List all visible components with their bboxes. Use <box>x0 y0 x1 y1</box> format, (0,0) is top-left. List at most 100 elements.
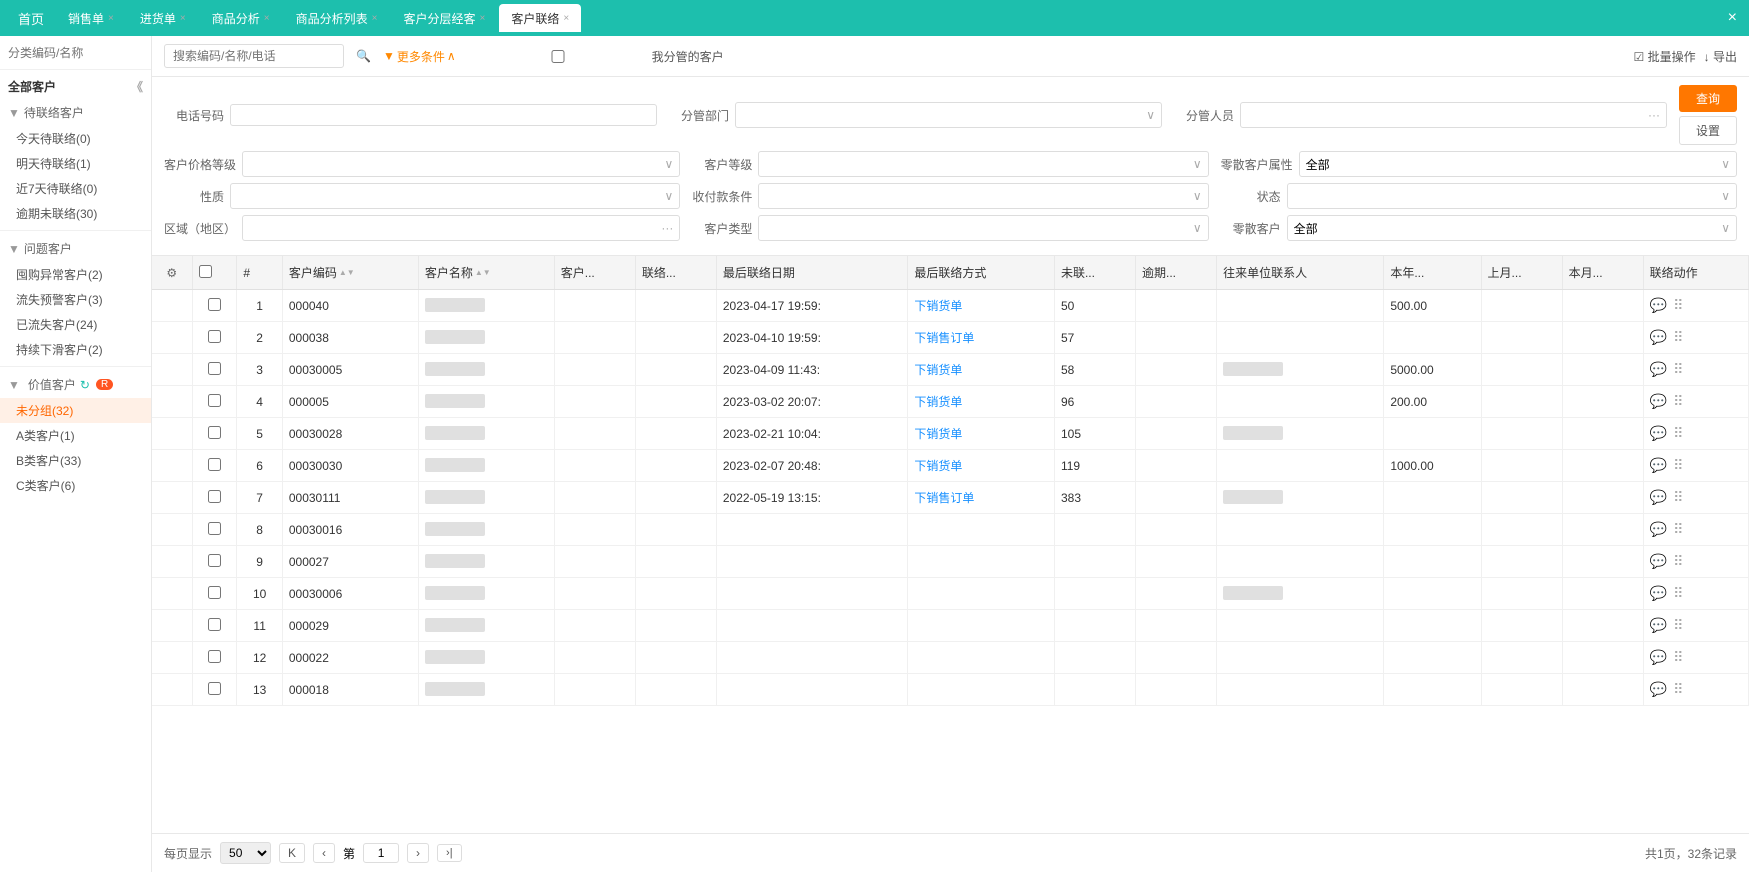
my-customers-checkbox[interactable] <box>468 50 648 63</box>
sidebar-item-today[interactable]: 今天待联络(0) <box>0 126 151 151</box>
sidebar-item-abnormal[interactable]: 囤购异常客户(2) <box>0 262 151 287</box>
company-contact-col-header[interactable]: 往来单位联系人 <box>1217 256 1384 290</box>
last-method-col-header[interactable]: 最后联络方式 <box>908 256 1055 290</box>
row-checkbox[interactable] <box>208 394 221 407</box>
type-col-header[interactable]: 客户... <box>554 256 635 290</box>
row-checkbox[interactable] <box>208 650 221 663</box>
retail-attr-select[interactable]: 全部∨ <box>1299 151 1737 177</box>
contact-action-icon[interactable]: 💬 <box>1650 361 1667 378</box>
sidebar-item-tomorrow[interactable]: 明天待联络(1) <box>0 151 151 176</box>
close-purchase-tab[interactable]: × <box>180 13 186 24</box>
row-checkbox[interactable] <box>208 554 221 567</box>
close-customer-segment-tab[interactable]: × <box>479 13 485 24</box>
customer-type-select[interactable]: ∨ <box>758 215 1208 241</box>
nav-tab-customer-contact[interactable]: 客户联络 × <box>499 4 581 32</box>
pending-contact-group[interactable]: ▼ 待联络客户 <box>0 99 151 126</box>
next-page-btn[interactable]: › <box>407 843 429 863</box>
contact-action-icon[interactable]: 💬 <box>1650 425 1667 442</box>
sidebar-item-churned[interactable]: 已流失客户(24) <box>0 312 151 337</box>
person-select[interactable]: ··· <box>1240 102 1667 128</box>
prev-page-btn[interactable]: ‹ <box>313 843 335 863</box>
nav-tab-sales[interactable]: 销售单 × <box>56 4 126 32</box>
code-col-header[interactable]: 客户编码 ▲▼ <box>282 256 418 290</box>
close-sales-tab[interactable]: × <box>108 13 114 24</box>
row-checkbox[interactable] <box>208 458 221 471</box>
contact-action-icon[interactable]: 💬 <box>1650 521 1667 538</box>
contact-col-header[interactable]: 联络... <box>635 256 716 290</box>
sidebar-search-input[interactable] <box>8 46 152 60</box>
query-button[interactable]: 查询 <box>1679 85 1737 112</box>
per-page-select[interactable]: 50 100 200 <box>220 842 271 864</box>
more-action-icon[interactable]: ⠿ <box>1673 617 1683 634</box>
not-contacted-col-header[interactable]: 未联... <box>1054 256 1135 290</box>
contact-action-icon[interactable]: 💬 <box>1650 393 1667 410</box>
overdue-col-header[interactable]: 逾期... <box>1136 256 1217 290</box>
reset-button[interactable]: 设置 <box>1679 116 1737 145</box>
contact-action-icon[interactable]: 💬 <box>1650 585 1667 602</box>
price-level-select[interactable]: ∨ <box>242 151 680 177</box>
contact-action-icon[interactable]: 💬 <box>1650 649 1667 666</box>
nav-tab-purchase[interactable]: 进货单 × <box>128 4 198 32</box>
more-action-icon[interactable]: ⠿ <box>1673 329 1683 346</box>
row-checkbox[interactable] <box>208 362 221 375</box>
close-customer-contact-tab[interactable]: × <box>563 13 569 24</box>
row-checkbox[interactable] <box>208 682 221 695</box>
contact-action-icon[interactable]: 💬 <box>1650 681 1667 698</box>
row-checkbox[interactable] <box>208 586 221 599</box>
row-checkbox[interactable] <box>208 490 221 503</box>
last-date-col-header[interactable]: 最后联络日期 <box>716 256 908 290</box>
contact-action-icon[interactable]: 💬 <box>1650 297 1667 314</box>
filter-search-icon[interactable]: 🔍 <box>356 49 371 63</box>
contact-action-icon[interactable]: 💬 <box>1650 553 1667 570</box>
sidebar-item-overdue[interactable]: 逾期未联络(30) <box>0 201 151 226</box>
contact-action-icon[interactable]: 💬 <box>1650 617 1667 634</box>
first-page-btn[interactable]: K <box>279 843 305 863</box>
checkbox-col-header[interactable] <box>192 256 237 290</box>
this-month-col-header[interactable]: 本月... <box>1562 256 1643 290</box>
more-action-icon[interactable]: ⠿ <box>1673 553 1683 570</box>
retail-customer-select[interactable]: 全部∨ <box>1287 215 1737 241</box>
last-page-btn[interactable]: ›| <box>437 844 462 862</box>
row-checkbox[interactable] <box>208 522 221 535</box>
more-action-icon[interactable]: ⠿ <box>1673 425 1683 442</box>
settings-col-header[interactable]: ⚙ <box>152 256 192 290</box>
more-action-icon[interactable]: ⠿ <box>1673 649 1683 666</box>
refresh-icon[interactable]: ↻ <box>80 378 90 392</box>
more-conditions-btn[interactable]: ▼ 更多条件 ∧ <box>383 48 456 65</box>
last-month-col-header[interactable]: 上月... <box>1481 256 1562 290</box>
contact-action-icon[interactable]: 💬 <box>1650 329 1667 346</box>
more-action-icon[interactable]: ⠿ <box>1673 361 1683 378</box>
nav-tab-product-analysis[interactable]: 商品分析 × <box>200 4 282 32</box>
name-col-header[interactable]: 客户名称 ▲▼ <box>418 256 554 290</box>
nav-home-tab[interactable]: 首页 <box>8 9 54 28</box>
code-sort-icon[interactable]: ▲▼ <box>339 268 355 277</box>
value-customer-group[interactable]: ▼ 价值客户 ↻ R <box>0 371 151 398</box>
select-all-checkbox[interactable] <box>199 265 212 278</box>
row-checkbox[interactable] <box>208 426 221 439</box>
more-action-icon[interactable]: ⠿ <box>1673 393 1683 410</box>
nav-tab-customer-segment[interactable]: 客户分层经客 × <box>391 4 497 32</box>
close-product-analysis-tab[interactable]: × <box>264 13 270 24</box>
sidebar-collapse-icon[interactable]: 《 <box>131 78 143 95</box>
sidebar-item-class-c[interactable]: C类客户(6) <box>0 473 151 498</box>
row-checkbox[interactable] <box>208 618 221 631</box>
more-action-icon[interactable]: ⠿ <box>1673 489 1683 506</box>
batch-ops-btn[interactable]: ☑ 批量操作 <box>1634 48 1696 65</box>
close-product-list-tab[interactable]: × <box>372 13 378 24</box>
nature-select[interactable]: ∨ <box>230 183 680 209</box>
all-customers-header[interactable]: 全部客户 《 <box>0 70 151 99</box>
page-input[interactable] <box>363 843 399 863</box>
payment-select[interactable]: ∨ <box>758 183 1208 209</box>
this-year-col-header[interactable]: 本年... <box>1384 256 1481 290</box>
customer-level-select[interactable]: ∨ <box>758 151 1208 177</box>
contact-action-icon[interactable]: 💬 <box>1650 489 1667 506</box>
row-checkbox[interactable] <box>208 330 221 343</box>
sidebar-item-class-b[interactable]: B类客户(33) <box>0 448 151 473</box>
region-select[interactable]: ··· <box>242 215 680 241</box>
sidebar-item-ungroup[interactable]: 未分组(32) <box>0 398 151 423</box>
sidebar-item-week[interactable]: 近7天待联络(0) <box>0 176 151 201</box>
name-sort-icon[interactable]: ▲▼ <box>475 268 491 277</box>
more-action-icon[interactable]: ⠿ <box>1673 681 1683 698</box>
more-action-icon[interactable]: ⠿ <box>1673 457 1683 474</box>
sidebar-item-class-a[interactable]: A类客户(1) <box>0 423 151 448</box>
